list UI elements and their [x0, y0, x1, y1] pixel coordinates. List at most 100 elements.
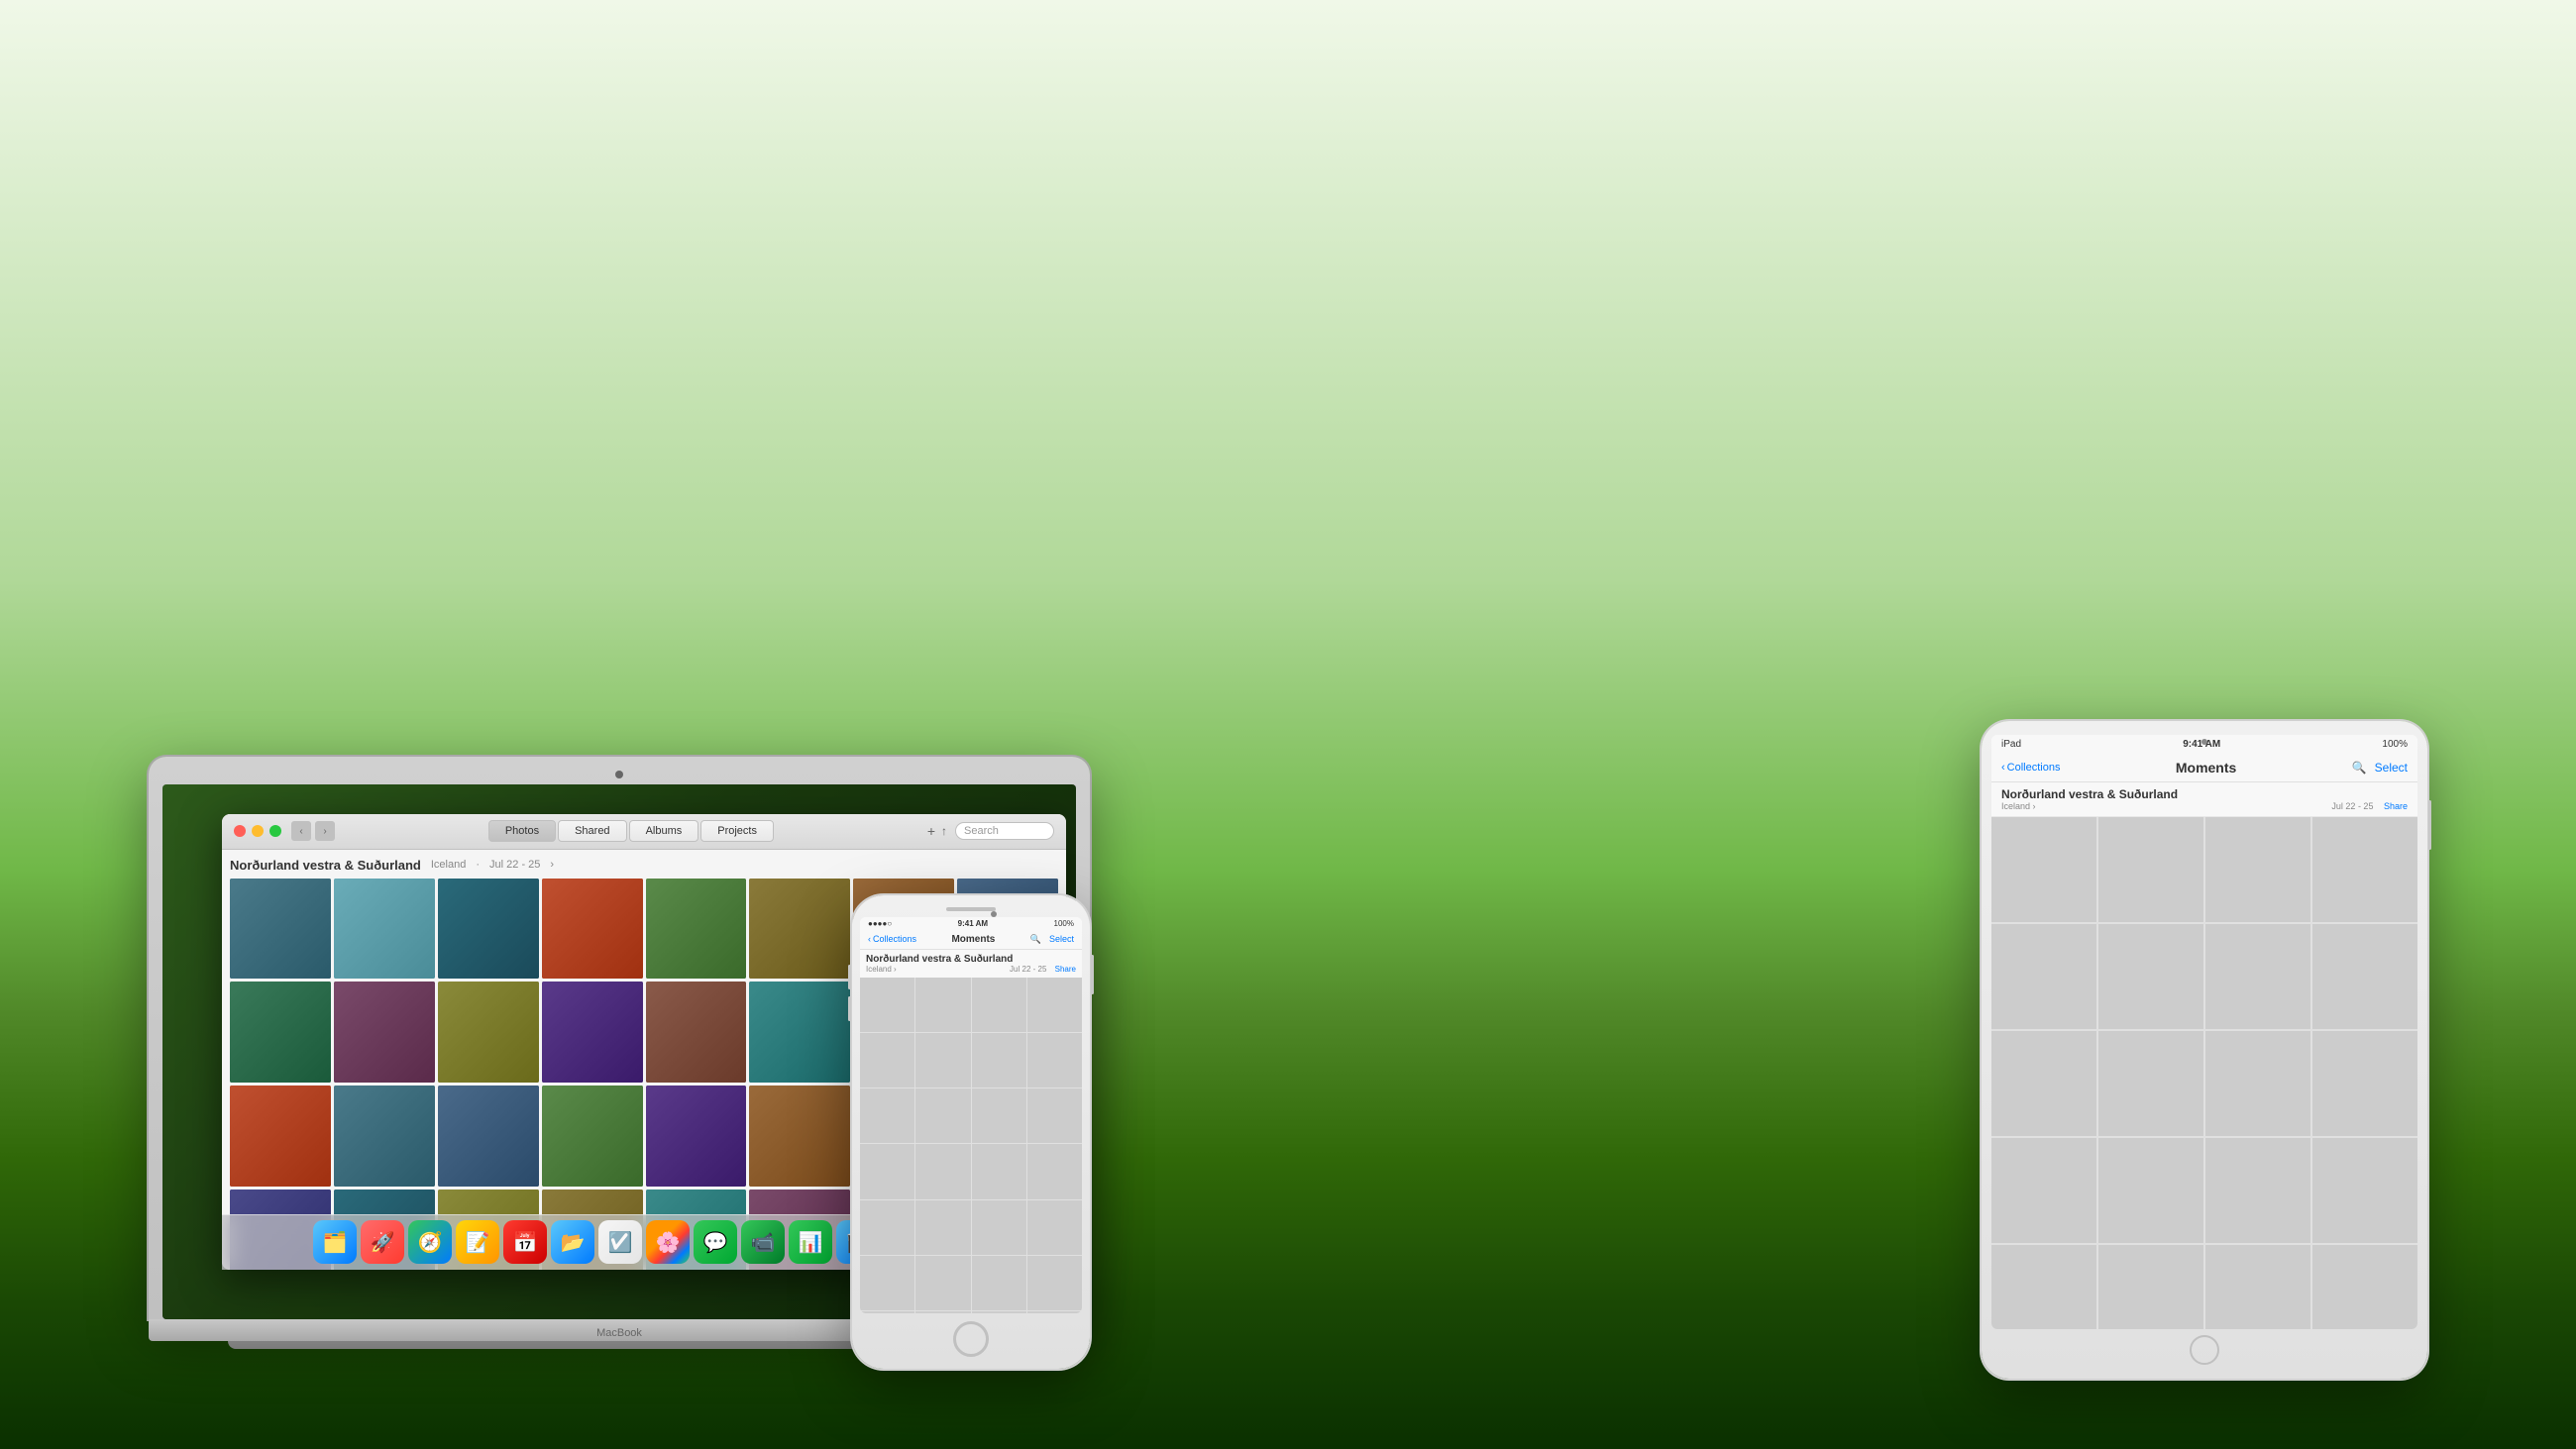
ipad-share-btn[interactable]: Share — [2384, 801, 2408, 811]
photo-cell[interactable] — [2205, 1245, 2310, 1329]
photo-cell[interactable] — [2205, 1031, 2310, 1136]
photo-cell[interactable] — [749, 879, 850, 980]
iphone-back-btn[interactable]: ‹ Collections — [868, 934, 916, 944]
photo-cell[interactable] — [646, 879, 747, 980]
photo-cell[interactable] — [860, 1311, 914, 1313]
photo-cell[interactable] — [1027, 1033, 1082, 1087]
photo-cell[interactable] — [749, 982, 850, 1083]
photo-cell[interactable] — [1991, 817, 2096, 922]
tab-photos[interactable]: Photos — [488, 820, 556, 842]
photo-cell[interactable] — [2312, 924, 2417, 1029]
iphone-share-btn[interactable]: Share — [1055, 965, 1076, 974]
photo-cell[interactable] — [438, 982, 539, 1083]
photo-cell[interactable] — [1991, 924, 2096, 1029]
photo-cell[interactable] — [2312, 1031, 2417, 1136]
photo-cell[interactable] — [334, 982, 435, 1083]
photo-cell[interactable] — [542, 1086, 643, 1187]
photo-cell[interactable] — [1027, 1200, 1082, 1255]
add-button[interactable]: + — [927, 823, 935, 839]
iphone-select-btn[interactable]: Select — [1049, 934, 1074, 944]
photo-cell[interactable] — [972, 1256, 1026, 1310]
tab-shared[interactable]: Shared — [558, 820, 626, 842]
photo-cell[interactable] — [972, 1311, 1026, 1313]
ipad-side-btn[interactable] — [2428, 800, 2431, 850]
photo-cell[interactable] — [972, 1088, 1026, 1143]
photo-cell[interactable] — [542, 982, 643, 1083]
photo-cell[interactable] — [2312, 1138, 2417, 1243]
tab-projects[interactable]: Projects — [700, 820, 774, 842]
dock-safari[interactable]: 🧭 — [408, 1220, 452, 1264]
dock-finder[interactable]: 🗂️ — [313, 1220, 357, 1264]
photo-cell[interactable] — [1027, 1088, 1082, 1143]
photo-cell[interactable] — [2098, 817, 2203, 922]
ipad-home-button[interactable] — [2190, 1335, 2219, 1365]
iphone-home-button[interactable] — [953, 1321, 989, 1357]
photo-cell[interactable] — [915, 1256, 970, 1310]
photo-cell[interactable] — [915, 1033, 970, 1087]
dock-messages[interactable]: 💬 — [694, 1220, 737, 1264]
photo-cell[interactable] — [2205, 817, 2310, 922]
photo-cell[interactable] — [860, 978, 914, 1032]
photo-cell[interactable] — [2205, 1138, 2310, 1243]
photo-cell[interactable] — [915, 978, 970, 1032]
photo-cell[interactable] — [1027, 1144, 1082, 1198]
photo-cell[interactable] — [2312, 817, 2417, 922]
search-box[interactable]: Search — [955, 822, 1054, 840]
photo-cell[interactable] — [915, 1311, 970, 1313]
photo-cell[interactable] — [915, 1088, 970, 1143]
minimize-button[interactable] — [252, 825, 264, 837]
photo-cell[interactable] — [1991, 1138, 2096, 1243]
dock-files[interactable]: 📂 — [551, 1220, 594, 1264]
photo-cell[interactable] — [230, 982, 331, 1083]
forward-arrow[interactable]: › — [315, 821, 335, 841]
photo-cell[interactable] — [972, 1200, 1026, 1255]
photo-cell[interactable] — [860, 1200, 914, 1255]
photo-cell[interactable] — [860, 1256, 914, 1310]
dock-reminders[interactable]: ☑️ — [598, 1220, 642, 1264]
dock-facetime[interactable]: 📹 — [741, 1220, 785, 1264]
photo-cell[interactable] — [230, 879, 331, 980]
photo-cell[interactable] — [860, 1033, 914, 1087]
dock-launchpad[interactable]: 🚀 — [361, 1220, 404, 1264]
iphone-search-icon[interactable]: 🔍 — [1030, 934, 1041, 945]
back-arrow[interactable]: ‹ — [291, 821, 311, 841]
photo-cell[interactable] — [972, 1144, 1026, 1198]
photo-cell[interactable] — [2098, 1245, 2203, 1329]
iphone-side-btn[interactable] — [1091, 955, 1094, 994]
photo-cell[interactable] — [972, 1033, 1026, 1087]
photo-cell[interactable] — [860, 1088, 914, 1143]
iphone-vol-up[interactable] — [848, 965, 851, 989]
photo-cell[interactable] — [860, 1144, 914, 1198]
tab-albums[interactable]: Albums — [629, 820, 699, 842]
photo-cell[interactable] — [542, 879, 643, 980]
photo-cell[interactable] — [2098, 924, 2203, 1029]
photo-cell[interactable] — [2098, 1031, 2203, 1136]
dock-calendar[interactable]: 📅 — [503, 1220, 547, 1264]
ipad-search-icon[interactable]: 🔍 — [2352, 761, 2367, 775]
photo-cell[interactable] — [1027, 978, 1082, 1032]
photo-cell[interactable] — [2205, 924, 2310, 1029]
photo-cell[interactable] — [749, 1086, 850, 1187]
photo-cell[interactable] — [1991, 1031, 2096, 1136]
photo-cell[interactable] — [915, 1144, 970, 1198]
photo-cell[interactable] — [972, 978, 1026, 1032]
dock-photos[interactable]: 🌸 — [646, 1220, 690, 1264]
photo-cell[interactable] — [438, 879, 539, 980]
photo-cell[interactable] — [1027, 1311, 1082, 1313]
photo-cell[interactable] — [230, 1086, 331, 1187]
dock-notes[interactable]: 📝 — [456, 1220, 499, 1264]
ipad-select-btn[interactable]: Select — [2375, 761, 2408, 775]
photo-cell[interactable] — [438, 1086, 539, 1187]
ipad-back-btn[interactable]: ‹ Collections — [2001, 762, 2060, 774]
photo-cell[interactable] — [2098, 1138, 2203, 1243]
dock-numbers[interactable]: 📊 — [789, 1220, 832, 1264]
photo-cell[interactable] — [646, 1086, 747, 1187]
photo-cell[interactable] — [334, 879, 435, 980]
close-button[interactable] — [234, 825, 246, 837]
iphone-vol-down[interactable] — [848, 996, 851, 1021]
photo-cell[interactable] — [646, 982, 747, 1083]
photo-cell[interactable] — [1991, 1245, 2096, 1329]
photo-cell[interactable] — [1027, 1256, 1082, 1310]
maximize-button[interactable] — [269, 825, 281, 837]
photo-cell[interactable] — [915, 1200, 970, 1255]
